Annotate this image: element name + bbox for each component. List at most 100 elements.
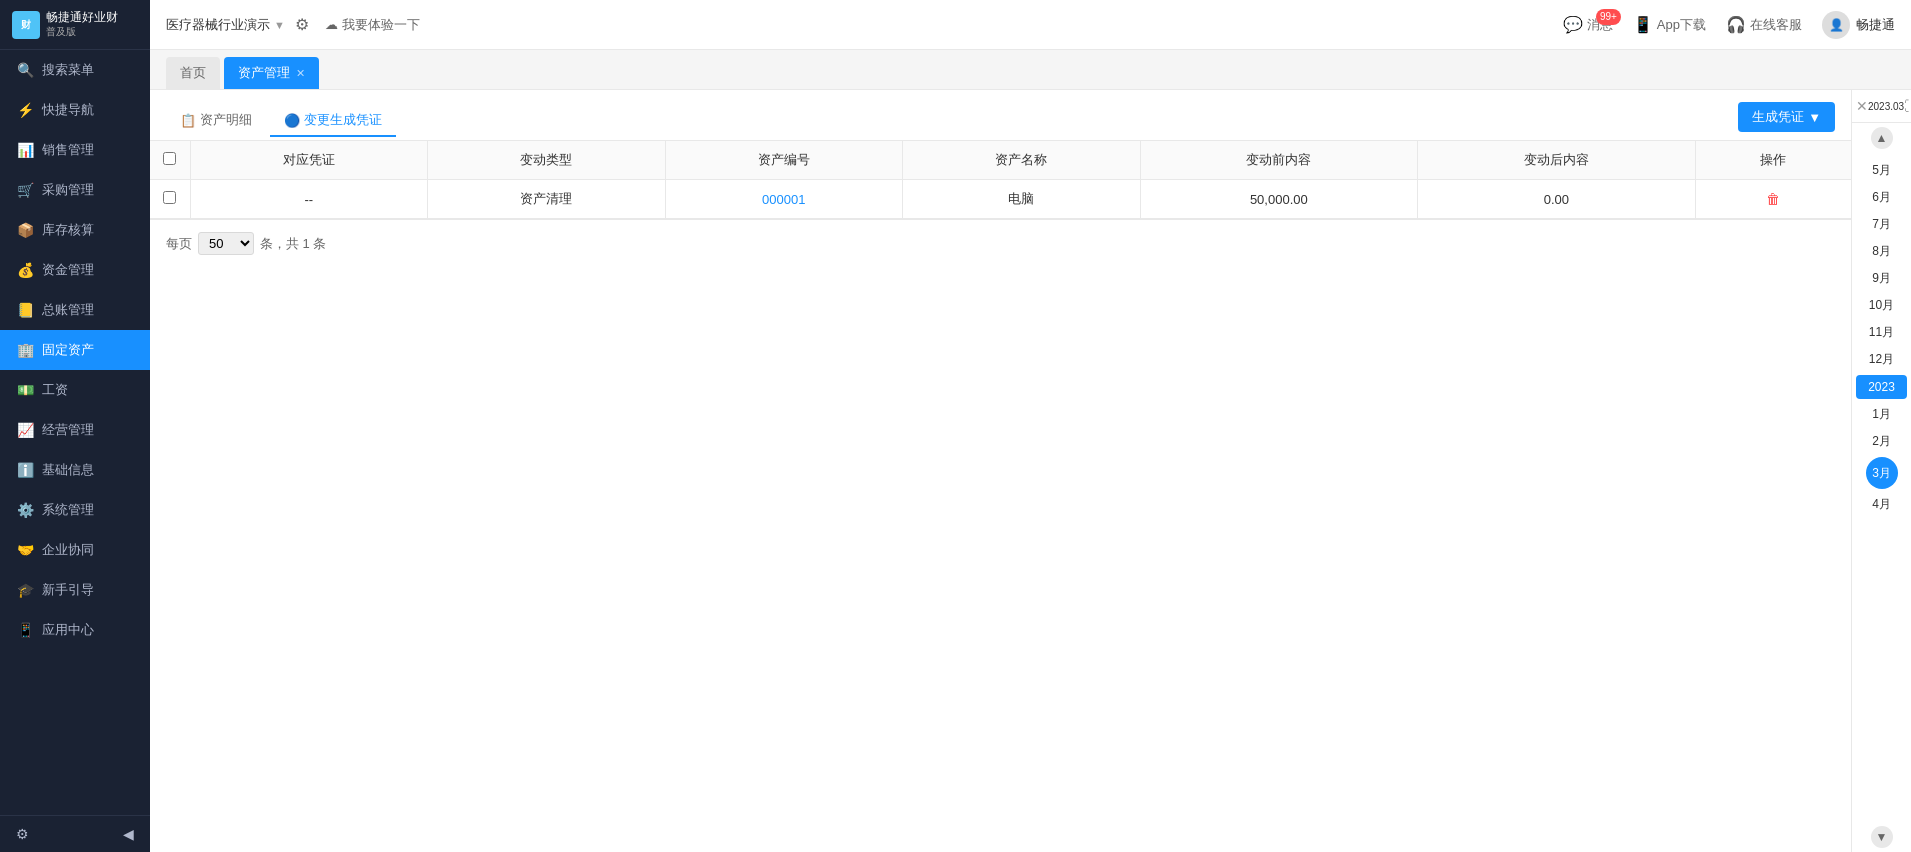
topbar-action-message[interactable]: 💬 消息 99+ — [1563, 15, 1613, 34]
topbar-settings-icon[interactable]: ⚙ — [295, 15, 309, 34]
month-item-2023[interactable]: 1月 — [1852, 401, 1911, 428]
month-item[interactable]: 5月 — [1852, 157, 1911, 184]
sales-icon: 📊 — [16, 141, 34, 159]
month-item-2023[interactable]: 4月 — [1852, 491, 1911, 518]
sub-tab-label-change-voucher: 变更生成凭证 — [304, 111, 382, 129]
tab-asset-mgmt[interactable]: 资产管理✕ — [224, 57, 319, 89]
company-name: 医疗器械行业演示 — [166, 16, 270, 34]
inventory-icon: 📦 — [16, 221, 34, 239]
row-voucher: -- — [190, 180, 428, 219]
month-item[interactable]: 6月 — [1852, 184, 1911, 211]
delete-icon[interactable]: 🗑 — [1766, 191, 1780, 207]
right-panel-close-icon[interactable]: ✕ — [1856, 98, 1868, 114]
down-arrow-icon[interactable]: ▼ — [1871, 826, 1893, 848]
generate-voucher-button[interactable]: 生成凭证 ▼ — [1738, 102, 1835, 132]
header-operation: 操作 — [1695, 141, 1851, 180]
month-item[interactable]: 11月 — [1852, 319, 1911, 346]
payroll-icon: 💵 — [16, 381, 34, 399]
avatar: 👤 — [1822, 11, 1850, 39]
settings-footer-icon[interactable]: ⚙ — [16, 826, 29, 842]
month-item[interactable]: 7月 — [1852, 211, 1911, 238]
table-body: -- 资产清理 000001 电脑 50,000.00 0.00 🗑 — [150, 180, 1851, 219]
guide-icon: 🎓 — [16, 581, 34, 599]
sidebar-item-ledger[interactable]: 📒 总账管理 — [0, 290, 150, 330]
scroll-down-arrow[interactable]: ▼ — [1852, 822, 1911, 852]
per-page-select[interactable]: 102050100 — [198, 232, 254, 255]
page-content: 📋 资产明细 🔵 变更生成凭证 生成凭证 ▼ 对应凭证 变动类型 资产编号 — [150, 90, 1851, 852]
right-panel-header: ✕ 2023.03 ⛶ — [1852, 90, 1911, 123]
sidebar-item-system[interactable]: ⚙️ 系统管理 — [0, 490, 150, 530]
up-arrow-icon[interactable]: ▲ — [1871, 127, 1893, 149]
total-count: 条，共 1 条 — [260, 235, 326, 253]
row-asset-name: 电脑 — [903, 180, 1141, 219]
sidebar-item-sales[interactable]: 📊 销售管理 — [0, 130, 150, 170]
sidebar-item-purchase[interactable]: 🛒 采购管理 — [0, 170, 150, 210]
header-change-type: 变动类型 — [428, 141, 666, 180]
topbar-action-customer-service[interactable]: 🎧 在线客服 — [1726, 15, 1802, 34]
month-item-2023[interactable]: 3月 — [1866, 457, 1898, 489]
collapse-icon[interactable]: ◀ — [123, 826, 134, 842]
feedback-label: 我要体验一下 — [342, 16, 420, 34]
row-checkbox[interactable] — [163, 191, 176, 204]
tab-close-asset-mgmt[interactable]: ✕ — [296, 67, 305, 80]
sidebar-item-enterprise[interactable]: 🤝 企业协同 — [0, 530, 150, 570]
message-badge: 99+ — [1596, 9, 1621, 25]
month-item[interactable]: 10月 — [1852, 292, 1911, 319]
message-icon: 💬 — [1563, 15, 1583, 34]
sidebar-label-fixed-assets: 固定资产 — [42, 341, 94, 359]
month-item[interactable]: 12月 — [1852, 346, 1911, 373]
month-item[interactable]: 8月 — [1852, 238, 1911, 265]
topbar-right: 💬 消息 99+ 📱 App下载 🎧 在线客服 👤 畅捷通 — [1563, 11, 1895, 39]
pagination-footer: 每页 102050100 条，共 1 条 — [150, 219, 1851, 267]
topbar-action-app-download[interactable]: 📱 App下载 — [1633, 15, 1706, 34]
sidebar-item-basic-info[interactable]: ℹ️ 基础信息 — [0, 450, 150, 490]
sidebar-item-fixed-assets[interactable]: 🏢 固定资产 — [0, 330, 150, 370]
row-operation: 🗑 — [1695, 180, 1851, 219]
sidebar-item-payroll[interactable]: 💵 工资 — [0, 370, 150, 410]
sidebar-item-funds[interactable]: 💰 资金管理 — [0, 250, 150, 290]
user-menu[interactable]: 👤 畅捷通 — [1822, 11, 1895, 39]
operations-icon: 📈 — [16, 421, 34, 439]
header-before-change: 变动前内容 — [1140, 141, 1418, 180]
header-checkbox-cell — [150, 141, 190, 180]
scroll-up-arrow[interactable]: ▲ — [1852, 123, 1911, 153]
logo-text: 畅捷通好业财 — [46, 10, 118, 26]
data-table: 对应凭证 变动类型 资产编号 资产名称 变动前内容 变动后内容 操作 -- 资产… — [150, 141, 1851, 219]
sub-tab-change-voucher[interactable]: 🔵 变更生成凭证 — [270, 105, 396, 137]
feedback-button[interactable]: ☁ 我要体验一下 — [325, 16, 420, 34]
table-row: -- 资产清理 000001 电脑 50,000.00 0.00 🗑 — [150, 180, 1851, 219]
sidebar-item-app-center[interactable]: 📱 应用中心 — [0, 610, 150, 650]
cloud-icon: ☁ — [325, 17, 338, 32]
month-item-2023[interactable]: 2月 — [1852, 428, 1911, 455]
right-panel: ✕ 2023.03 ⛶ ▲ 5月6月7月8月9月10月11月12月20231月2… — [1851, 90, 1911, 852]
sidebar-item-operations[interactable]: 📈 经营管理 — [0, 410, 150, 450]
app-center-icon: 📱 — [16, 621, 34, 639]
sidebar-item-inventory[interactable]: 📦 库存核算 — [0, 210, 150, 250]
sidebar: 财 畅捷通好业财 普及版 🔍 搜索菜单 ⚡ 快捷导航 📊 销售管理 🛒 采购管理… — [0, 0, 150, 852]
sidebar-label-purchase: 采购管理 — [42, 181, 94, 199]
system-icon: ⚙️ — [16, 501, 34, 519]
tab-home[interactable]: 首页 — [166, 57, 220, 89]
ledger-icon: 📒 — [16, 301, 34, 319]
logo-icon: 财 — [12, 11, 40, 39]
sidebar-item-quick-nav[interactable]: ⚡ 快捷导航 — [0, 90, 150, 130]
right-panel-expand-icon[interactable]: ⛶ — [1904, 98, 1911, 114]
sidebar-label-enterprise: 企业协同 — [42, 541, 94, 559]
month-item[interactable]: 9月 — [1852, 265, 1911, 292]
sidebar-label-ledger: 总账管理 — [42, 301, 94, 319]
calendar-months: 5月6月7月8月9月10月11月12月20231月2月3月4月 — [1852, 153, 1911, 822]
logo-sub: 普及版 — [46, 25, 118, 39]
asset-list-icon: 📋 — [180, 113, 196, 128]
select-all-checkbox[interactable] — [163, 152, 176, 165]
tab-label-home: 首页 — [180, 64, 206, 82]
sidebar-menu: 🔍 搜索菜单 ⚡ 快捷导航 📊 销售管理 🛒 采购管理 📦 库存核算 💰 资金管… — [0, 50, 150, 815]
customer-service-label: 在线客服 — [1750, 16, 1802, 34]
sidebar-label-quick-nav: 快捷导航 — [42, 101, 94, 119]
sidebar-item-guide[interactable]: 🎓 新手引导 — [0, 570, 150, 610]
sub-tab-asset-list[interactable]: 📋 资产明细 — [166, 105, 266, 137]
sidebar-label-search: 搜索菜单 — [42, 61, 94, 79]
year-label-2023[interactable]: 2023 — [1856, 375, 1907, 399]
company-selector[interactable]: 医疗器械行业演示 ▼ — [166, 16, 285, 34]
content-area: 📋 资产明细 🔵 变更生成凭证 生成凭证 ▼ 对应凭证 变动类型 资产编号 — [150, 90, 1911, 852]
sidebar-item-search[interactable]: 🔍 搜索菜单 — [0, 50, 150, 90]
